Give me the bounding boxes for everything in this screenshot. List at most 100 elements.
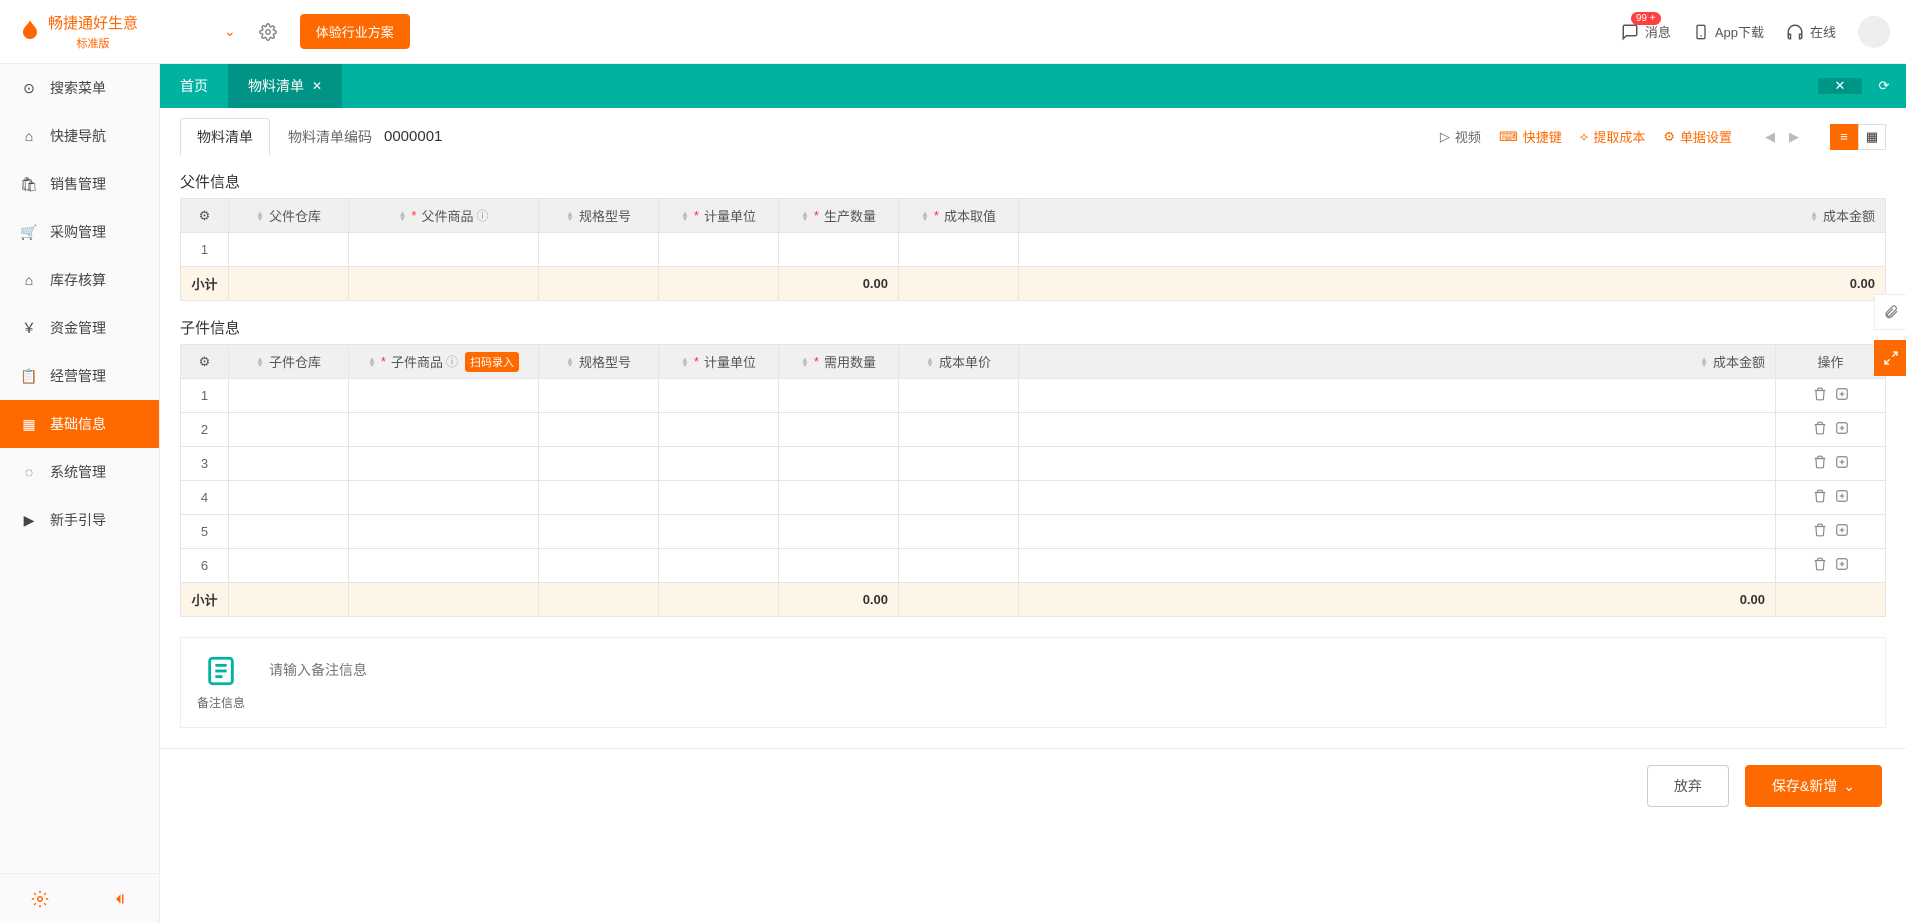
col-child-warehouse[interactable]: ▲▼子件仓库 [229,345,349,379]
col-gear[interactable]: ⚙ [181,199,229,233]
col-parent-warehouse[interactable]: ▲▼父件仓库 [229,199,349,233]
cell[interactable] [349,549,539,583]
view-card[interactable]: ▦ [1858,124,1886,150]
child-row[interactable]: 1 [181,379,1886,413]
cell[interactable] [659,447,779,481]
child-row[interactable]: 5 [181,515,1886,549]
col-gear[interactable]: ⚙ [181,345,229,379]
close-icon[interactable]: ✕ [312,79,322,93]
cell[interactable] [1019,379,1776,413]
cell[interactable] [539,549,659,583]
col-child-cost-amount[interactable]: ▲▼成本金额 [1019,345,1776,379]
cell[interactable] [1019,481,1776,515]
save-new-button[interactable]: 保存&新增 ⌄ [1745,765,1882,807]
sidebar-collapse-icon[interactable] [110,890,128,908]
delete-row-icon[interactable] [1813,557,1827,571]
cell[interactable] [1019,549,1776,583]
add-row-icon[interactable] [1835,489,1849,503]
cell[interactable] [659,379,779,413]
org-selector[interactable]: ⌄ [216,23,236,40]
col-child-unit-cost[interactable]: ▲▼成本单价 [899,345,1019,379]
cell[interactable] [899,447,1019,481]
cell[interactable] [1019,233,1886,267]
add-row-icon[interactable] [1835,557,1849,571]
cell[interactable] [229,515,349,549]
next-doc[interactable]: ▶ [1784,125,1804,149]
doc-settings-link[interactable]: ⚙单据设置 [1663,127,1732,146]
cell[interactable] [779,447,899,481]
sidebar-item-purchase[interactable]: 🛒采购管理 [0,208,159,256]
sidebar-item-sales[interactable]: 🛍销售管理 [0,160,159,208]
parent-row[interactable]: 1 [181,233,1886,267]
delete-row-icon[interactable] [1813,489,1827,503]
video-link[interactable]: ▷视频 [1440,127,1481,146]
cell[interactable] [1019,413,1776,447]
cell[interactable] [779,481,899,515]
shortcut-link[interactable]: ⌨快捷键 [1499,127,1562,146]
cell[interactable] [539,413,659,447]
cell[interactable] [779,233,899,267]
col-parent-product[interactable]: ▲▼*父件商品ⓘ [349,199,539,233]
add-row-icon[interactable] [1835,421,1849,435]
cell[interactable] [899,481,1019,515]
cell[interactable] [779,413,899,447]
child-row[interactable]: 3 [181,447,1886,481]
scan-tag[interactable]: 扫码录入 [465,352,519,372]
cell[interactable] [899,379,1019,413]
cell[interactable] [659,549,779,583]
prev-doc[interactable]: ◀ [1760,125,1780,149]
tab-home[interactable]: 首页 [160,64,228,108]
col-parent-spec[interactable]: ▲▼规格型号 [539,199,659,233]
cell[interactable] [349,481,539,515]
cell[interactable] [229,379,349,413]
cell[interactable] [899,549,1019,583]
cell[interactable] [349,233,539,267]
cell[interactable] [539,481,659,515]
refresh-tab[interactable]: ⟳ [1862,78,1906,94]
sidebar-item-basedata[interactable]: ▦基础信息 [0,400,159,448]
attach-button[interactable] [1874,294,1906,330]
discard-button[interactable]: 放弃 [1647,765,1729,807]
child-row[interactable]: 4 [181,481,1886,515]
col-parent-unit[interactable]: ▲▼*计量单位 [659,199,779,233]
close-all-tabs[interactable]: ✕ [1818,78,1862,94]
user-avatar[interactable] [1858,16,1890,48]
cell[interactable] [539,233,659,267]
cell[interactable] [899,233,1019,267]
cell[interactable] [349,447,539,481]
delete-row-icon[interactable] [1813,421,1827,435]
add-row-icon[interactable] [1835,455,1849,469]
col-child-unit[interactable]: ▲▼*计量单位 [659,345,779,379]
cell[interactable] [1019,515,1776,549]
sidebar-settings-icon[interactable] [31,890,49,908]
add-row-icon[interactable] [1835,387,1849,401]
cell[interactable] [899,515,1019,549]
app-download-link[interactable]: App下载 [1693,22,1764,41]
view-list[interactable]: ≡ [1830,124,1858,150]
notes-input[interactable] [265,654,1869,686]
cell[interactable] [1019,447,1776,481]
cell[interactable] [899,413,1019,447]
cell[interactable] [349,379,539,413]
expand-button[interactable] [1874,340,1906,376]
child-row[interactable]: 6 [181,549,1886,583]
cell[interactable] [659,233,779,267]
sidebar-item-operation[interactable]: 📋经营管理 [0,352,159,400]
doc-type-tab[interactable]: 物料清单 [180,118,270,155]
cell[interactable] [349,515,539,549]
cell[interactable] [779,549,899,583]
col-parent-cost-method[interactable]: ▲▼*成本取值 [899,199,1019,233]
cell[interactable] [229,413,349,447]
cell[interactable] [659,413,779,447]
child-row[interactable]: 2 [181,413,1886,447]
col-child-spec[interactable]: ▲▼规格型号 [539,345,659,379]
col-parent-qty[interactable]: ▲▼*生产数量 [779,199,899,233]
help-icon[interactable]: ⓘ [446,353,458,370]
cta-button[interactable]: 体验行业方案 [300,14,410,49]
messages-link[interactable]: 99 + 消息 [1621,22,1671,41]
sidebar-item-finance[interactable]: ￥资金管理 [0,304,159,352]
cell[interactable] [539,379,659,413]
tab-bom[interactable]: 物料清单 ✕ [228,64,342,108]
sidebar-item-inventory[interactable]: ⌂库存核算 [0,256,159,304]
delete-row-icon[interactable] [1813,455,1827,469]
